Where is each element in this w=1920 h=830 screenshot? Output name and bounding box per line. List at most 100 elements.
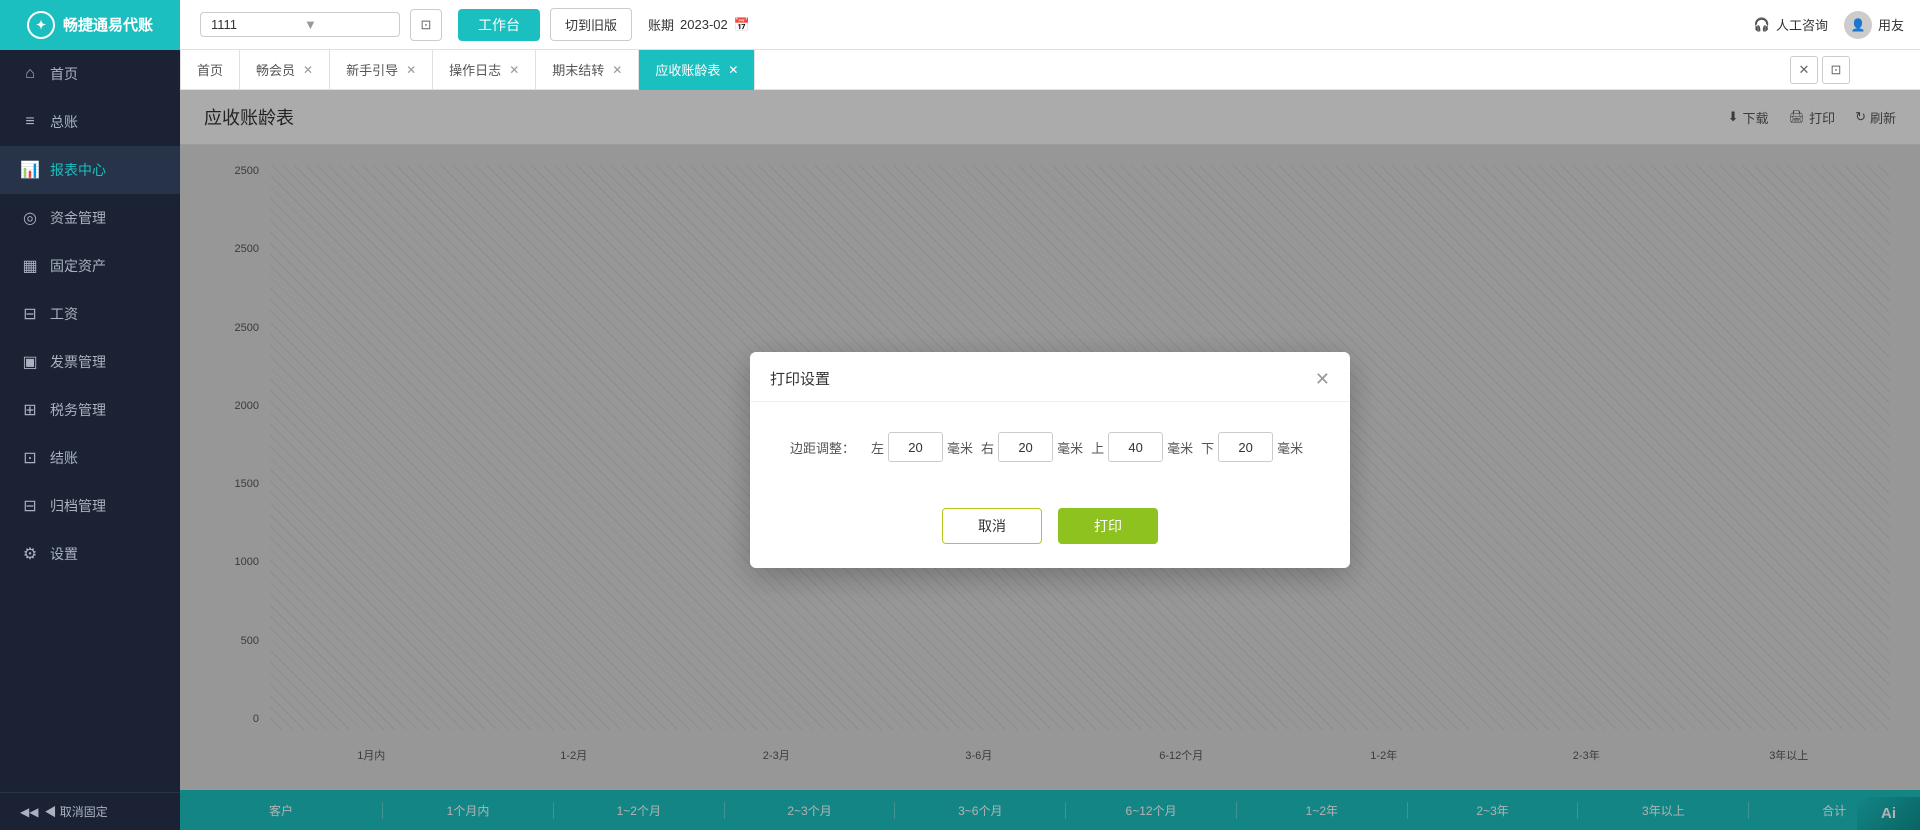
logo-icon: ✦ <box>27 11 55 39</box>
margin-settings-row: 边距调整： 左 毫米 右 毫米 <box>790 432 1310 462</box>
tab-member-close[interactable]: ✕ <box>303 63 313 77</box>
avatar: 👤 <box>1844 11 1872 39</box>
sidebar: ⌂ 首页 ≡ 总账 📊 报表中心 ◎ 资金管理 ▦ 固定资产 ⊟ 工资 <box>0 50 180 830</box>
consult-button[interactable]: 🎧 人工咨询 <box>1754 15 1828 34</box>
sidebar-item-archive-label: 归档管理 <box>50 496 106 516</box>
tab-home[interactable]: 首页 <box>180 50 240 90</box>
company-select[interactable]: 1111 ▼ <box>200 12 400 37</box>
top-label: 上 <box>1091 438 1104 457</box>
tab-ar-aging[interactable]: 应收账龄表 ✕ <box>639 50 755 90</box>
tab-oplog-label: 操作日志 <box>449 60 501 79</box>
sidebar-item-fund[interactable]: ◎ 资金管理 <box>0 194 180 242</box>
sidebar-item-home-label: 首页 <box>50 64 78 84</box>
tab-member-label: 畅会员 <box>256 60 295 79</box>
calendar-icon[interactable]: 📅 <box>734 17 750 33</box>
switch-version-button[interactable]: 切到旧版 <box>550 8 632 41</box>
sidebar-item-ledger[interactable]: ≡ 总账 <box>0 98 180 146</box>
sidebar-item-home[interactable]: ⌂ 首页 <box>0 50 180 98</box>
tab-period-close-close[interactable]: ✕ <box>612 63 622 77</box>
fund-icon: ◎ <box>20 208 40 228</box>
tab-oplog-close[interactable]: ✕ <box>509 63 519 77</box>
collapse-label: ◀ 取消固定 <box>44 803 107 820</box>
modal-footer: 取消 打印 <box>750 492 1350 568</box>
sidebar-item-report[interactable]: 📊 报表中心 <box>0 146 180 194</box>
sidebar-item-asset-label: 固定资产 <box>50 256 106 276</box>
sidebar-item-asset[interactable]: ▦ 固定资产 <box>0 242 180 290</box>
sidebar-item-settings-label: 设置 <box>50 544 78 564</box>
ledger-icon: ≡ <box>20 113 40 131</box>
tab-controls: ✕ ⊡ <box>1790 56 1860 84</box>
tab-period-close[interactable]: 期末结转 ✕ <box>536 50 639 90</box>
asset-icon: ▦ <box>20 256 40 276</box>
tab-member[interactable]: 畅会员 ✕ <box>240 50 330 90</box>
left-margin-input[interactable] <box>888 432 943 462</box>
left-label: 左 <box>871 438 884 457</box>
close-period-icon: ⊡ <box>20 448 40 468</box>
right-margin-group: 右 毫米 <box>981 432 1083 462</box>
tab-home-label: 首页 <box>197 60 223 79</box>
modal-overlay: 打印设置 ✕ 边距调整： 左 毫米 <box>180 90 1920 830</box>
period-text: 账期 <box>648 15 674 34</box>
work-tab-button[interactable]: 工作台 <box>458 9 540 41</box>
period-label: 账期 2023-02 📅 <box>648 15 750 34</box>
tab-guide[interactable]: 新手引导 ✕ <box>330 50 433 90</box>
right-label: 右 <box>981 438 994 457</box>
sidebar-item-archive[interactable]: ⊟ 归档管理 <box>0 482 180 530</box>
modal-close-button[interactable]: ✕ <box>1315 370 1330 388</box>
bottom-margin-input[interactable] <box>1218 432 1273 462</box>
cancel-button[interactable]: 取消 <box>942 508 1042 544</box>
logo-area: ✦ 畅捷通易代账 <box>0 0 180 50</box>
sidebar-item-salary[interactable]: ⊟ 工资 <box>0 290 180 338</box>
copy-button[interactable]: ⊡ <box>410 9 442 41</box>
tab-period-close-label: 期末结转 <box>552 60 604 79</box>
tab-oplog[interactable]: 操作日志 ✕ <box>433 50 536 90</box>
tab-maximize-button[interactable]: ⊡ <box>1822 56 1850 84</box>
home-icon: ⌂ <box>20 65 40 83</box>
content-area: 首页 畅会员 ✕ 新手引导 ✕ 操作日志 ✕ 期末结转 ✕ <box>180 50 1920 830</box>
collapse-icon: ◀◀ <box>20 805 38 819</box>
settings-icon: ⚙ <box>20 544 40 564</box>
sidebar-item-tax-label: 税务管理 <box>50 400 106 420</box>
invoice-icon: ▣ <box>20 352 40 372</box>
sidebar-item-invoice[interactable]: ▣ 发票管理 <box>0 338 180 386</box>
tab-ar-aging-label: 应收账龄表 <box>655 60 720 79</box>
user-button[interactable]: 👤 用友 <box>1844 11 1904 39</box>
company-name: 1111 <box>211 17 296 32</box>
sidebar-item-settings[interactable]: ⚙ 设置 <box>0 530 180 578</box>
sidebar-item-close[interactable]: ⊡ 结账 <box>0 434 180 482</box>
top-unit: 毫米 <box>1167 438 1193 457</box>
sidebar-item-fund-label: 资金管理 <box>50 208 106 228</box>
sidebar-item-ledger-label: 总账 <box>50 112 78 132</box>
print-confirm-button[interactable]: 打印 <box>1058 508 1158 544</box>
left-unit: 毫米 <box>947 438 973 457</box>
headset-icon: 🎧 <box>1754 17 1770 33</box>
logo-text: 畅捷通易代账 <box>63 14 153 35</box>
tab-bar: 首页 畅会员 ✕ 新手引导 ✕ 操作日志 ✕ 期末结转 ✕ <box>180 50 1920 90</box>
copy-icon: ⊡ <box>421 17 432 33</box>
left-margin-group: 左 毫米 <box>871 432 973 462</box>
modal-title: 打印设置 <box>770 368 830 389</box>
tax-icon: ⊞ <box>20 400 40 420</box>
top-bar: ✦ 畅捷通易代账 1111 ▼ ⊡ 工作台 切到旧版 账期 2023-02 📅 … <box>0 0 1920 50</box>
sidebar-item-invoice-label: 发票管理 <box>50 352 106 372</box>
page-content: 应收账龄表 ⬇ 下载 🖨 打印 ↻ 刷新 <box>180 90 1920 830</box>
tab-close-all-button[interactable]: ✕ <box>1790 56 1818 84</box>
tab-ar-aging-close[interactable]: ✕ <box>728 63 738 77</box>
top-margin-group: 上 毫米 <box>1091 432 1193 462</box>
sidebar-item-tax[interactable]: ⊞ 税务管理 <box>0 386 180 434</box>
tab-guide-label: 新手引导 <box>346 60 398 79</box>
sidebar-item-salary-label: 工资 <box>50 304 78 324</box>
sidebar-collapse-btn[interactable]: ◀◀ ◀ 取消固定 <box>0 792 180 830</box>
margin-label: 边距调整： <box>790 438 855 457</box>
sidebar-item-report-label: 报表中心 <box>50 160 106 180</box>
archive-icon: ⊟ <box>20 496 40 516</box>
top-right-actions: 🎧 人工咨询 👤 用友 <box>1754 11 1904 39</box>
right-unit: 毫米 <box>1057 438 1083 457</box>
sidebar-item-close-label: 结账 <box>50 448 78 468</box>
right-margin-input[interactable] <box>998 432 1053 462</box>
salary-icon: ⊟ <box>20 304 40 324</box>
print-settings-modal: 打印设置 ✕ 边距调整： 左 毫米 <box>750 352 1350 568</box>
top-margin-input[interactable] <box>1108 432 1163 462</box>
report-icon: 📊 <box>20 160 40 180</box>
tab-guide-close[interactable]: ✕ <box>406 63 416 77</box>
